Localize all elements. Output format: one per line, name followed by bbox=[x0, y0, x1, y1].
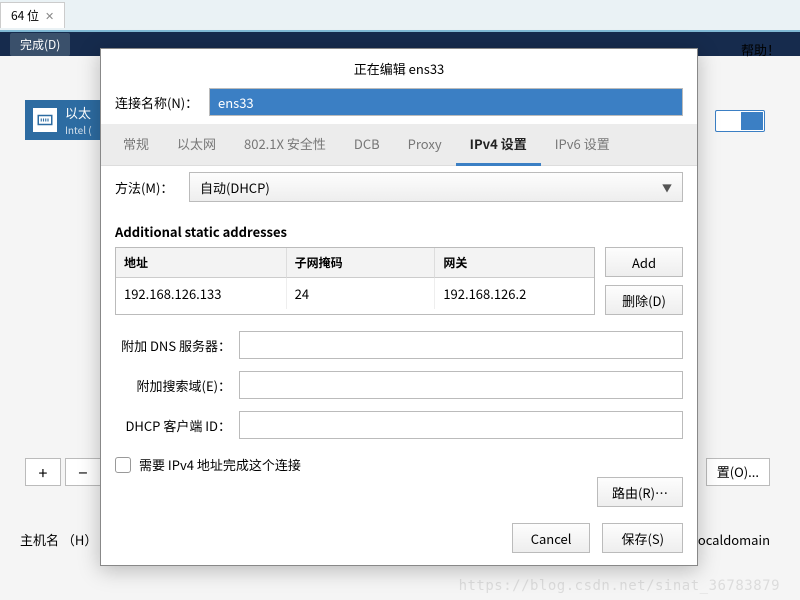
dns-label: 附加 DNS 服务器： bbox=[115, 336, 231, 355]
require-ipv4-label: 需要 IPv4 地址完成这个连接 bbox=[139, 455, 301, 474]
edit-connection-dialog: 正在编辑 ens33 连接名称(N)： 常规 以太网 802.1X 安全性 DC… bbox=[100, 48, 698, 566]
connection-name-label: 连接名称(N)： bbox=[115, 93, 201, 112]
method-label: 方法(M)： bbox=[115, 178, 181, 197]
add-address-button[interactable]: Add bbox=[605, 247, 683, 277]
dns-input[interactable] bbox=[239, 331, 683, 359]
dhcp-client-id-label: DHCP 客户端 ID： bbox=[115, 416, 231, 435]
tab-dcb[interactable]: DCB bbox=[340, 124, 394, 165]
method-select[interactable]: 自动(DHCP) ▼ bbox=[189, 172, 683, 202]
dialog-tabs: 常规 以太网 802.1X 安全性 DCB Proxy IPv4 设置 IPv6… bbox=[101, 124, 697, 166]
cell-mask[interactable]: 24 bbox=[287, 278, 436, 309]
nic-title: 以太 bbox=[65, 103, 92, 122]
ethernet-icon bbox=[33, 108, 57, 132]
cell-gateway[interactable]: 192.168.126.2 bbox=[435, 278, 594, 309]
window-tab-bar: 64 位 ✕ bbox=[0, 0, 800, 32]
method-value: 自动(DHCP) bbox=[200, 178, 270, 197]
tab-ipv6[interactable]: IPv6 设置 bbox=[541, 124, 624, 165]
nic-card-text: 以太 Intel ( bbox=[65, 103, 92, 137]
tab-ethernet[interactable]: 以太网 bbox=[163, 124, 230, 165]
save-button[interactable]: 保存(S) bbox=[602, 523, 683, 553]
connection-name-input[interactable] bbox=[209, 88, 683, 116]
tab-proxy[interactable]: Proxy bbox=[394, 124, 456, 165]
tab-label: 64 位 bbox=[11, 7, 39, 24]
tab-8021x[interactable]: 802.1X 安全性 bbox=[230, 124, 340, 165]
bg-configure-button[interactable]: 置(O)... bbox=[706, 458, 770, 486]
address-table: 地址 子网掩码 网关 192.168.126.133 24 192.168.12… bbox=[115, 247, 595, 315]
help-button[interactable]: 帮助！ bbox=[741, 40, 780, 59]
chevron-down-icon: ▼ bbox=[662, 180, 672, 195]
delete-address-button[interactable]: 删除(D) bbox=[605, 285, 683, 315]
routes-button[interactable]: 路由(R)… bbox=[597, 477, 683, 507]
require-ipv4-checkbox[interactable] bbox=[115, 457, 131, 473]
dialog-title: 正在编辑 ens33 bbox=[101, 49, 697, 84]
tab-general[interactable]: 常规 bbox=[109, 124, 163, 165]
done-button[interactable]: 完成(D) bbox=[10, 33, 70, 56]
hostname-label: 主机名 （H） bbox=[20, 530, 97, 549]
watermark: https://blog.csdn.net/sinat_36783879 bbox=[459, 578, 780, 594]
close-icon[interactable]: ✕ bbox=[45, 8, 54, 24]
addr-col-address[interactable]: 地址 bbox=[116, 248, 287, 278]
window-tab[interactable]: 64 位 ✕ bbox=[0, 2, 65, 28]
hostname-domain: localdomain bbox=[694, 530, 770, 549]
search-domain-label: 附加搜索域(E)： bbox=[115, 376, 231, 395]
bg-add-button[interactable]: + bbox=[25, 458, 61, 486]
bg-remove-button[interactable]: – bbox=[65, 458, 101, 486]
nic-toggle[interactable] bbox=[715, 110, 765, 132]
tab-ipv4[interactable]: IPv4 设置 bbox=[456, 124, 541, 166]
additional-addresses-label: Additional static addresses bbox=[101, 208, 697, 247]
cancel-button[interactable]: Cancel bbox=[512, 523, 591, 553]
addr-col-mask[interactable]: 子网掩码 bbox=[287, 248, 436, 278]
search-domain-input[interactable] bbox=[239, 371, 683, 399]
nic-subtitle: Intel ( bbox=[65, 122, 92, 137]
addr-col-gateway[interactable]: 网关 bbox=[435, 248, 594, 278]
table-row[interactable]: 192.168.126.133 24 192.168.126.2 bbox=[116, 278, 594, 309]
cell-address[interactable]: 192.168.126.133 bbox=[116, 278, 287, 309]
dhcp-client-id-input[interactable] bbox=[239, 411, 683, 439]
